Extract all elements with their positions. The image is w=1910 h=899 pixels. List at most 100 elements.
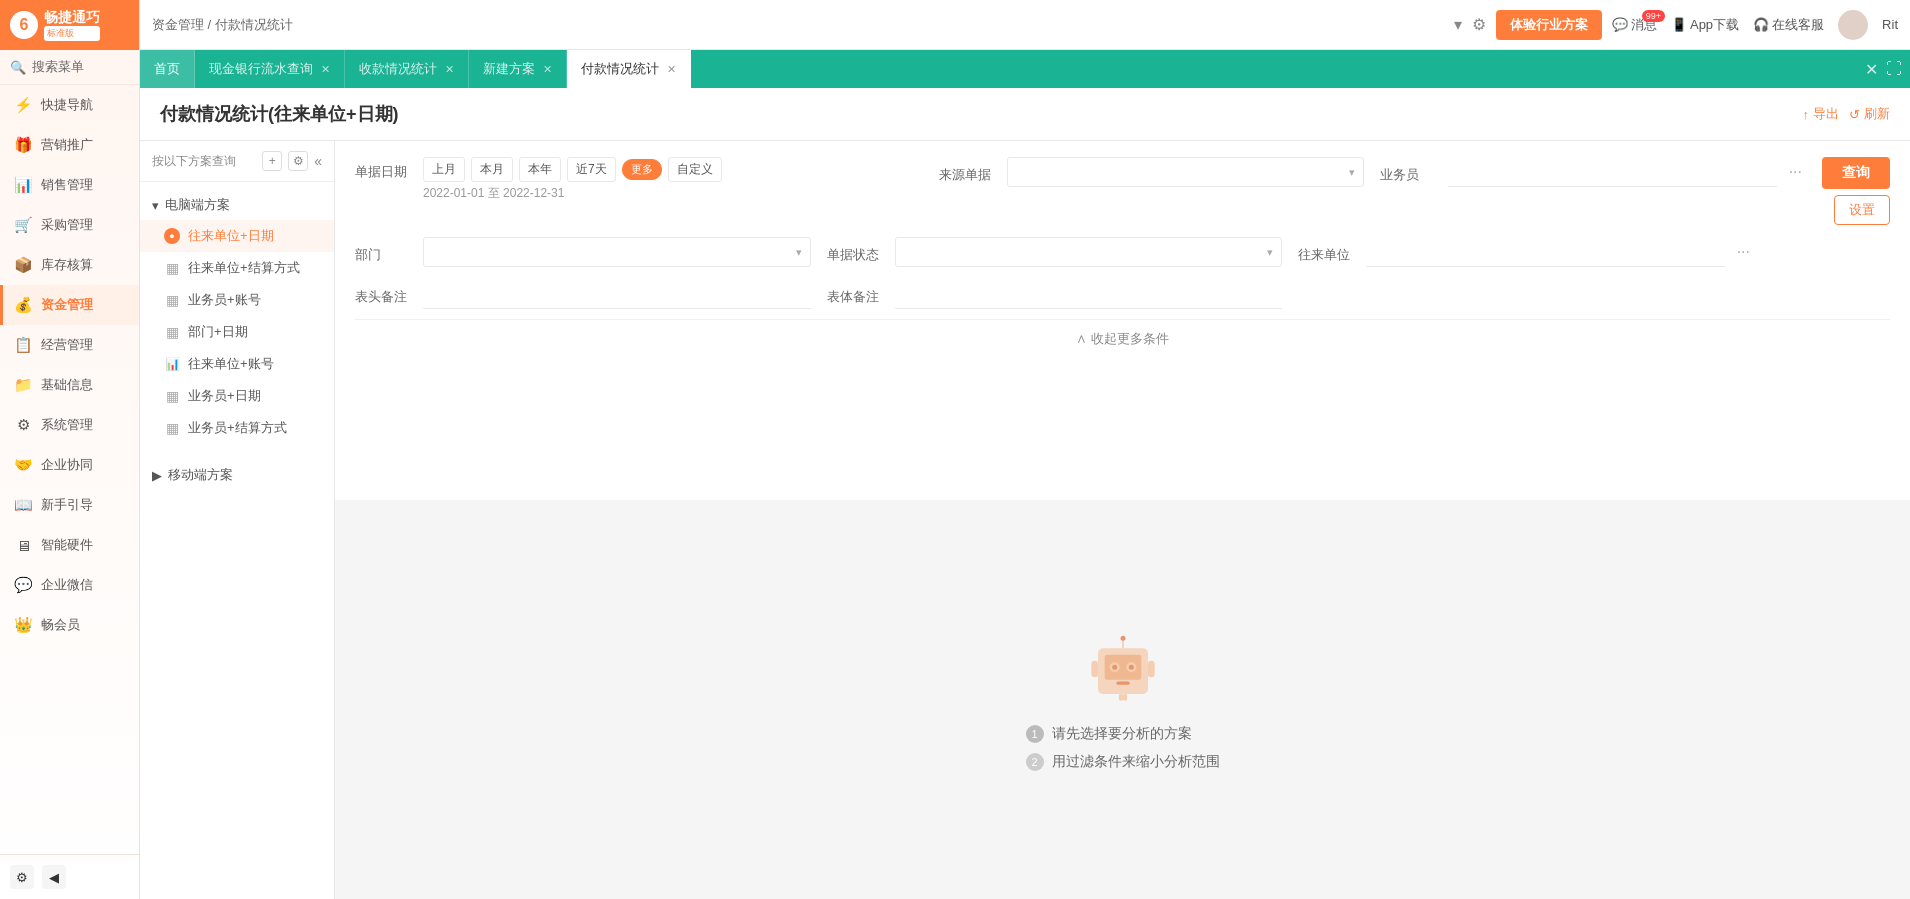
tab-close-cash-flow[interactable]: ✕ [321,63,330,76]
tab-label-collection: 收款情况统计 [359,60,437,78]
table-header-note-input[interactable] [423,279,811,309]
empty-illustration [1073,629,1173,709]
sidebar-item-system[interactable]: ⚙ 系统管理 [0,405,139,445]
sidebar-item-purchase[interactable]: 🛒 采购管理 [0,205,139,245]
user-avatar[interactable] [1838,10,1868,40]
scheme-label-staff-settle: 业务员+结算方式 [188,419,287,437]
desktop-group-title[interactable]: ▾ 电脑端方案 [140,190,334,220]
scheme-item-staff-account[interactable]: ▦业务员+账号 [140,284,334,316]
tab-cash-flow[interactable]: 现金银行流水查询 ✕ [195,50,345,88]
sidebar-bottom: ⚙ ◀ [0,854,139,899]
empty-tip-2: 2 用过滤条件来缩小分析范围 [1026,753,1220,771]
mobile-arrow-icon: ▶ [152,468,162,483]
scheme-item-unit-settle[interactable]: ▦往来单位+结算方式 [140,252,334,284]
date-prev-month-btn[interactable]: 上月 [423,157,465,182]
tip-text-1: 请先选择要分析的方案 [1052,725,1192,743]
tab-collection[interactable]: 收款情况统计 ✕ [345,50,469,88]
staff-dots-icon[interactable]: ··· [1785,163,1806,181]
partner-input[interactable] [1366,237,1724,267]
add-scheme-icon[interactable]: + [262,151,282,171]
scheme-icon-unit-settle: ▦ [164,260,180,276]
sidebar-item-enterprise[interactable]: 🤝 企业协同 [0,445,139,485]
search-icon: 🔍 [10,60,26,75]
topbar-dropdown-icon[interactable]: ▾ [1454,15,1462,34]
settings-bottom-icon[interactable]: ⚙ [10,865,34,889]
source-doc-select[interactable]: ▾ [1007,157,1365,187]
page-title: 付款情况统计(往来单位+日期) [160,102,399,126]
collapse-panel-icon[interactable]: « [314,153,322,169]
collapse-conditions-btn[interactable]: ∧ 收起更多条件 [355,319,1890,358]
collapse-sidebar-icon[interactable]: ◀ [42,865,66,889]
sidebar-item-member[interactable]: 👑 畅会员 [0,605,139,645]
quick-nav-icon: ⚡ [13,95,33,115]
service-btn[interactable]: 🎧 在线客服 [1753,16,1824,34]
tab-close-collection[interactable]: ✕ [445,63,454,76]
sidebar-item-hardware[interactable]: 🖥 智能硬件 [0,525,139,565]
main-content: 付款情况统计(往来单位+日期) ↑ 导出 ↺ 刷新 按以下方案查询 + ⚙ « [140,88,1910,899]
fullscreen-icon[interactable]: ⛶ [1886,60,1902,78]
scheme-item-staff-date[interactable]: ▦业务员+日期 [140,380,334,412]
table-body-note-label: 表体备注 [827,282,887,306]
date-cur-year-btn[interactable]: 本年 [519,157,561,182]
table-body-note-input[interactable] [895,279,1283,309]
filter-row-2: 部门 ▾ 单据状态 ▾ 往来单位 [355,237,1890,267]
sidebar-item-inventory[interactable]: 📦 库存核算 [0,245,139,285]
sidebar-item-sales[interactable]: 📊 销售管理 [0,165,139,205]
topbar: 资金管理 / 付款情况统计 ▾ ⚙ 体验行业方案 💬 消息 99+ 📱 App下… [140,0,1910,50]
sidebar-item-wechat[interactable]: 💬 企业微信 [0,565,139,605]
sidebar-item-operation[interactable]: 📋 经营管理 [0,325,139,365]
tab-label-cash-flow: 现金银行流水查询 [209,60,313,78]
staff-input[interactable] [1448,157,1776,187]
query-buttons: 查询 设置 [1822,157,1890,225]
sidebar-item-guide[interactable]: 📖 新手引导 [0,485,139,525]
scheme-label-staff-account: 业务员+账号 [188,291,261,309]
tab-home[interactable]: 首页 [140,50,195,88]
app-download-btn[interactable]: 📱 App下载 [1671,16,1739,34]
sidebar-item-basic-info[interactable]: 📁 基础信息 [0,365,139,405]
tab-label-new-scheme: 新建方案 [483,60,535,78]
topbar-settings-icon[interactable]: ⚙ [1472,15,1486,34]
mobile-group-title[interactable]: ▶ 移动端方案 [140,460,334,490]
refresh-btn[interactable]: ↺ 刷新 [1849,105,1890,123]
date-7days-btn[interactable]: 近7天 [567,157,616,182]
dept-select[interactable]: ▾ [423,237,811,267]
industry-btn[interactable]: 体验行业方案 [1496,10,1602,40]
query-btn[interactable]: 查询 [1822,157,1890,189]
tab-close-payment-stat[interactable]: ✕ [667,63,676,76]
close-all-icon[interactable]: ✕ [1865,60,1878,79]
tab-close-new-scheme[interactable]: ✕ [543,63,552,76]
settings-filter-btn[interactable]: 设置 [1834,195,1890,225]
tab-payment-stat[interactable]: 付款情况统计 ✕ [567,50,691,88]
export-btn[interactable]: ↑ 导出 [1803,105,1840,123]
page-header: 付款情况统计(往来单位+日期) ↑ 导出 ↺ 刷新 [140,88,1910,141]
tab-new-scheme[interactable]: 新建方案 ✕ [469,50,567,88]
search-menu[interactable]: 🔍 搜索菜单 [0,50,139,85]
tab-label-payment-stat: 付款情况统计 [581,60,659,78]
scheme-item-dept-date[interactable]: ▦部门+日期 [140,316,334,348]
scheme-item-staff-settle[interactable]: ▦业务员+结算方式 [140,412,334,444]
search-menu-label: 搜索菜单 [32,58,84,76]
scheme-label-unit-account: 往来单位+账号 [188,355,274,373]
scheme-item-unit-date[interactable]: ●往来单位+日期 [140,220,334,252]
dept-arrow: ▾ [796,246,802,259]
enterprise-icon: 🤝 [13,455,33,475]
message-btn[interactable]: 💬 消息 99+ [1612,16,1657,34]
date-more-btn[interactable]: 更多 [622,159,662,180]
hardware-label: 智能硬件 [41,536,93,554]
system-icon: ⚙ [13,415,33,435]
sidebar-item-capital[interactable]: 💰 资金管理 [0,285,139,325]
doc-status-select[interactable]: ▾ [895,237,1283,267]
empty-tip-1: 1 请先选择要分析的方案 [1026,725,1220,743]
partner-dots-icon[interactable]: ··· [1733,243,1754,261]
logo-icon: 6 [10,11,38,39]
username-label[interactable]: Rit [1882,17,1898,32]
manage-scheme-icon[interactable]: ⚙ [288,151,308,171]
date-custom-btn[interactable]: 自定义 [668,157,722,182]
scheme-item-unit-account[interactable]: 📊往来单位+账号 [140,348,334,380]
date-cur-month-btn[interactable]: 本月 [471,157,513,182]
source-doc-label: 来源单据 [939,160,999,184]
sidebar-item-marketing[interactable]: 🎁 营销推广 [0,125,139,165]
capital-icon: 💰 [13,295,33,315]
source-doc-arrow: ▾ [1349,166,1355,179]
sidebar-item-quick-nav[interactable]: ⚡ 快捷导航 [0,85,139,125]
